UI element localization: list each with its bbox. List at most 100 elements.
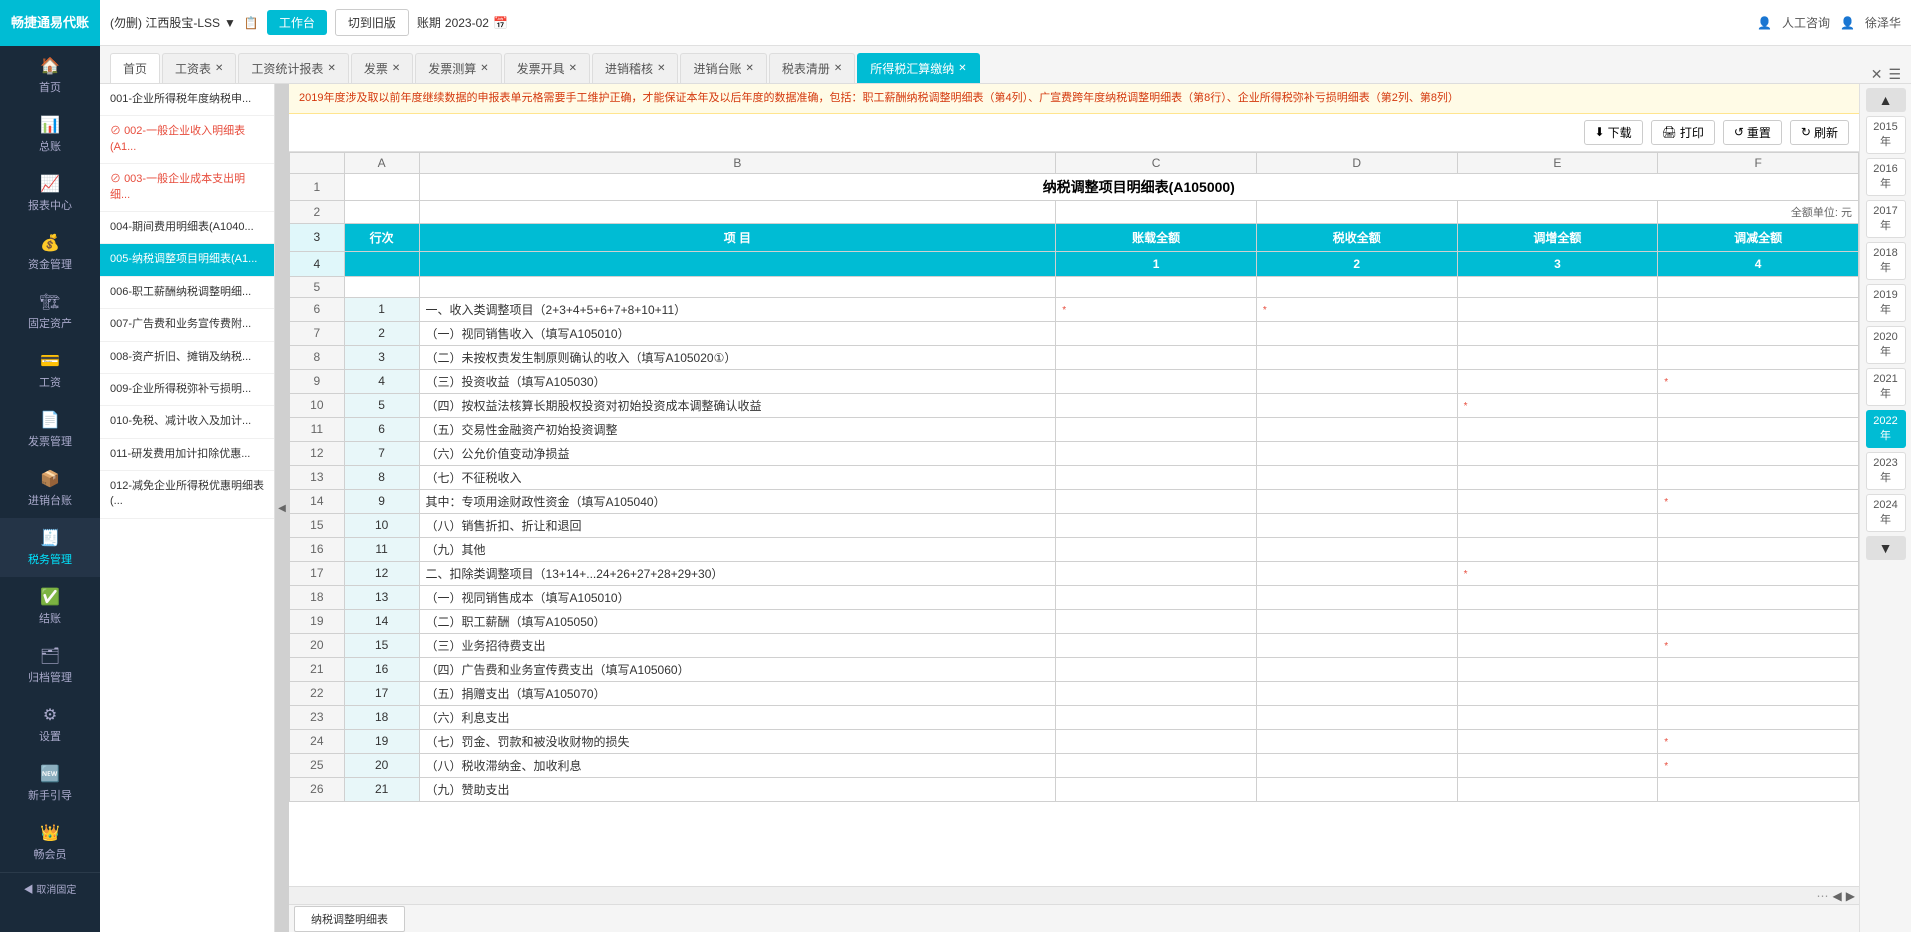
tab-invoice-calc[interactable]: 发票测算 ✕	[415, 53, 501, 83]
data-cell-1[interactable]	[1056, 681, 1257, 705]
data-cell-1[interactable]	[1056, 705, 1257, 729]
data-cell-1[interactable]	[1056, 753, 1257, 777]
user-name[interactable]: 徐泽华	[1865, 14, 1901, 31]
tab-salary-report[interactable]: 工资统计报表 ✕	[238, 53, 348, 83]
data-cell-1[interactable]	[1056, 417, 1257, 441]
reset-button[interactable]: ↺ 重置	[1723, 120, 1782, 145]
list-item-006[interactable]: 006-职工薪酬纳税调整明细...	[100, 277, 274, 309]
sidebar-item-invoice[interactable]: 📄 发票管理	[0, 400, 100, 459]
list-item-001[interactable]: 001-企业所得税年度纳税申...	[100, 84, 274, 116]
data-cell-1[interactable]	[1056, 609, 1257, 633]
data-cell-2[interactable]	[1256, 441, 1457, 465]
data-cell-4[interactable]: *	[1658, 369, 1859, 393]
data-cell-3[interactable]: *	[1457, 561, 1658, 585]
list-item-005[interactable]: 005-纳税调整项目明细表(A1...	[100, 244, 274, 276]
data-cell-2[interactable]	[1256, 537, 1457, 561]
data-cell-2[interactable]	[1256, 657, 1457, 681]
data-cell-1[interactable]	[1056, 489, 1257, 513]
tab-invoice-open[interactable]: 发票开具 ✕	[504, 53, 590, 83]
sidebar-item-salary[interactable]: 💳 工资	[0, 341, 100, 400]
switch-version-button[interactable]: 切到旧版	[335, 9, 409, 36]
panel-toggle-button[interactable]: ◀	[275, 84, 289, 932]
tab-invoice-open-close[interactable]: ✕	[569, 63, 577, 74]
list-item-004[interactable]: 004-期间费用明细表(A1040...	[100, 212, 274, 244]
scroll-right-arrow[interactable]: ▶	[1846, 889, 1855, 903]
data-cell-1[interactable]	[1056, 729, 1257, 753]
data-cell-4[interactable]: *	[1658, 753, 1859, 777]
data-cell-3[interactable]	[1457, 513, 1658, 537]
data-cell-4[interactable]: *	[1658, 633, 1859, 657]
year-nav-up[interactable]: ▲	[1866, 88, 1906, 112]
data-cell-2[interactable]	[1256, 417, 1457, 441]
data-cell-1[interactable]	[1056, 657, 1257, 681]
data-cell-1[interactable]	[1056, 321, 1257, 345]
tab-salary[interactable]: 工资表 ✕	[162, 53, 236, 83]
sidebar-item-fixed[interactable]: 🏗 固定资产	[0, 282, 100, 341]
company-copy-icon[interactable]: 📋	[244, 16, 259, 30]
year-button[interactable]: 2021年	[1866, 368, 1906, 406]
sidebar-item-guide[interactable]: 🆕 新手引导	[0, 754, 100, 813]
spreadsheet-wrapper[interactable]: A B C D E F 1 纳税调整项目明细表(A1	[289, 152, 1859, 887]
sidebar-item-archive[interactable]: 🗂 归档管理	[0, 636, 100, 695]
data-cell-1[interactable]	[1056, 441, 1257, 465]
data-cell-2[interactable]	[1256, 705, 1457, 729]
sidebar-item-report[interactable]: 📈 报表中心	[0, 164, 100, 223]
data-cell-1[interactable]	[1056, 777, 1257, 801]
data-cell-3[interactable]	[1457, 657, 1658, 681]
data-cell-3[interactable]	[1457, 753, 1658, 777]
scroll-left-arrow[interactable]: ◀	[1833, 889, 1842, 903]
data-cell-1[interactable]	[1056, 369, 1257, 393]
data-cell-3[interactable]	[1457, 729, 1658, 753]
bottom-tab-adjust[interactable]: 纳税调整明细表	[294, 906, 405, 932]
data-cell-2[interactable]	[1256, 633, 1457, 657]
data-cell-3[interactable]	[1457, 345, 1658, 369]
data-cell-4[interactable]	[1658, 777, 1859, 801]
data-cell-4[interactable]: *	[1658, 489, 1859, 513]
year-button[interactable]: 2015年	[1866, 116, 1906, 154]
list-item-007[interactable]: 007-广告费和业务宣传费附...	[100, 309, 274, 341]
year-button[interactable]: 2018年	[1866, 242, 1906, 280]
year-button[interactable]: 2020年	[1866, 326, 1906, 364]
data-cell-3[interactable]: *	[1457, 393, 1658, 417]
data-cell-4[interactable]	[1658, 465, 1859, 489]
list-item-012[interactable]: 012-减免企业所得税优惠明细表(...	[100, 471, 274, 519]
data-cell-4[interactable]	[1658, 297, 1859, 321]
data-cell-3[interactable]	[1457, 537, 1658, 561]
year-button[interactable]: 2023年	[1866, 452, 1906, 490]
tab-check[interactable]: 进销稽核 ✕	[592, 53, 678, 83]
data-cell-2[interactable]	[1256, 369, 1457, 393]
data-cell-3[interactable]	[1457, 681, 1658, 705]
list-item-009[interactable]: 009-企业所得税弥补亏损明...	[100, 374, 274, 406]
data-cell-3[interactable]	[1457, 585, 1658, 609]
data-cell-3[interactable]	[1457, 441, 1658, 465]
list-item-003[interactable]: ⊘ 003-一般企业成本支出明细...	[100, 164, 274, 212]
refresh-button[interactable]: ↻ 刷新	[1790, 120, 1849, 145]
data-cell-3[interactable]	[1457, 465, 1658, 489]
data-cell-3[interactable]	[1457, 489, 1658, 513]
data-cell-1[interactable]	[1056, 465, 1257, 489]
sidebar-item-home[interactable]: 🏠 首页	[0, 46, 100, 105]
tab-invoice-close[interactable]: ✕	[392, 63, 400, 74]
data-cell-4[interactable]	[1658, 705, 1859, 729]
unpin-button[interactable]: ◀ 取消固定	[0, 872, 100, 904]
list-item-010[interactable]: 010-免税、减计收入及加计...	[100, 406, 274, 438]
data-cell-3[interactable]	[1457, 417, 1658, 441]
sidebar-item-settle[interactable]: ✅ 结账	[0, 577, 100, 636]
data-cell-1[interactable]	[1056, 513, 1257, 537]
support-label[interactable]: 人工咨询	[1782, 14, 1830, 31]
sidebar-item-purchase[interactable]: 📦 进销台账	[0, 459, 100, 518]
data-cell-2[interactable]	[1256, 489, 1457, 513]
workspace-button[interactable]: 工作台	[267, 10, 327, 35]
data-cell-2[interactable]	[1256, 753, 1457, 777]
data-cell-4[interactable]	[1658, 441, 1859, 465]
sidebar-item-member[interactable]: 👑 畅会员	[0, 813, 100, 872]
year-button[interactable]: 2017年	[1866, 200, 1906, 238]
year-nav-down[interactable]: ▼	[1866, 536, 1906, 560]
data-cell-4[interactable]	[1658, 561, 1859, 585]
data-cell-1[interactable]: *	[1056, 297, 1257, 321]
data-cell-4[interactable]	[1658, 321, 1859, 345]
data-cell-3[interactable]	[1457, 705, 1658, 729]
list-item-008[interactable]: 008-资产折旧、摊销及纳税...	[100, 342, 274, 374]
year-button[interactable]: 2022年	[1866, 410, 1906, 448]
year-button[interactable]: 2016年	[1866, 158, 1906, 196]
